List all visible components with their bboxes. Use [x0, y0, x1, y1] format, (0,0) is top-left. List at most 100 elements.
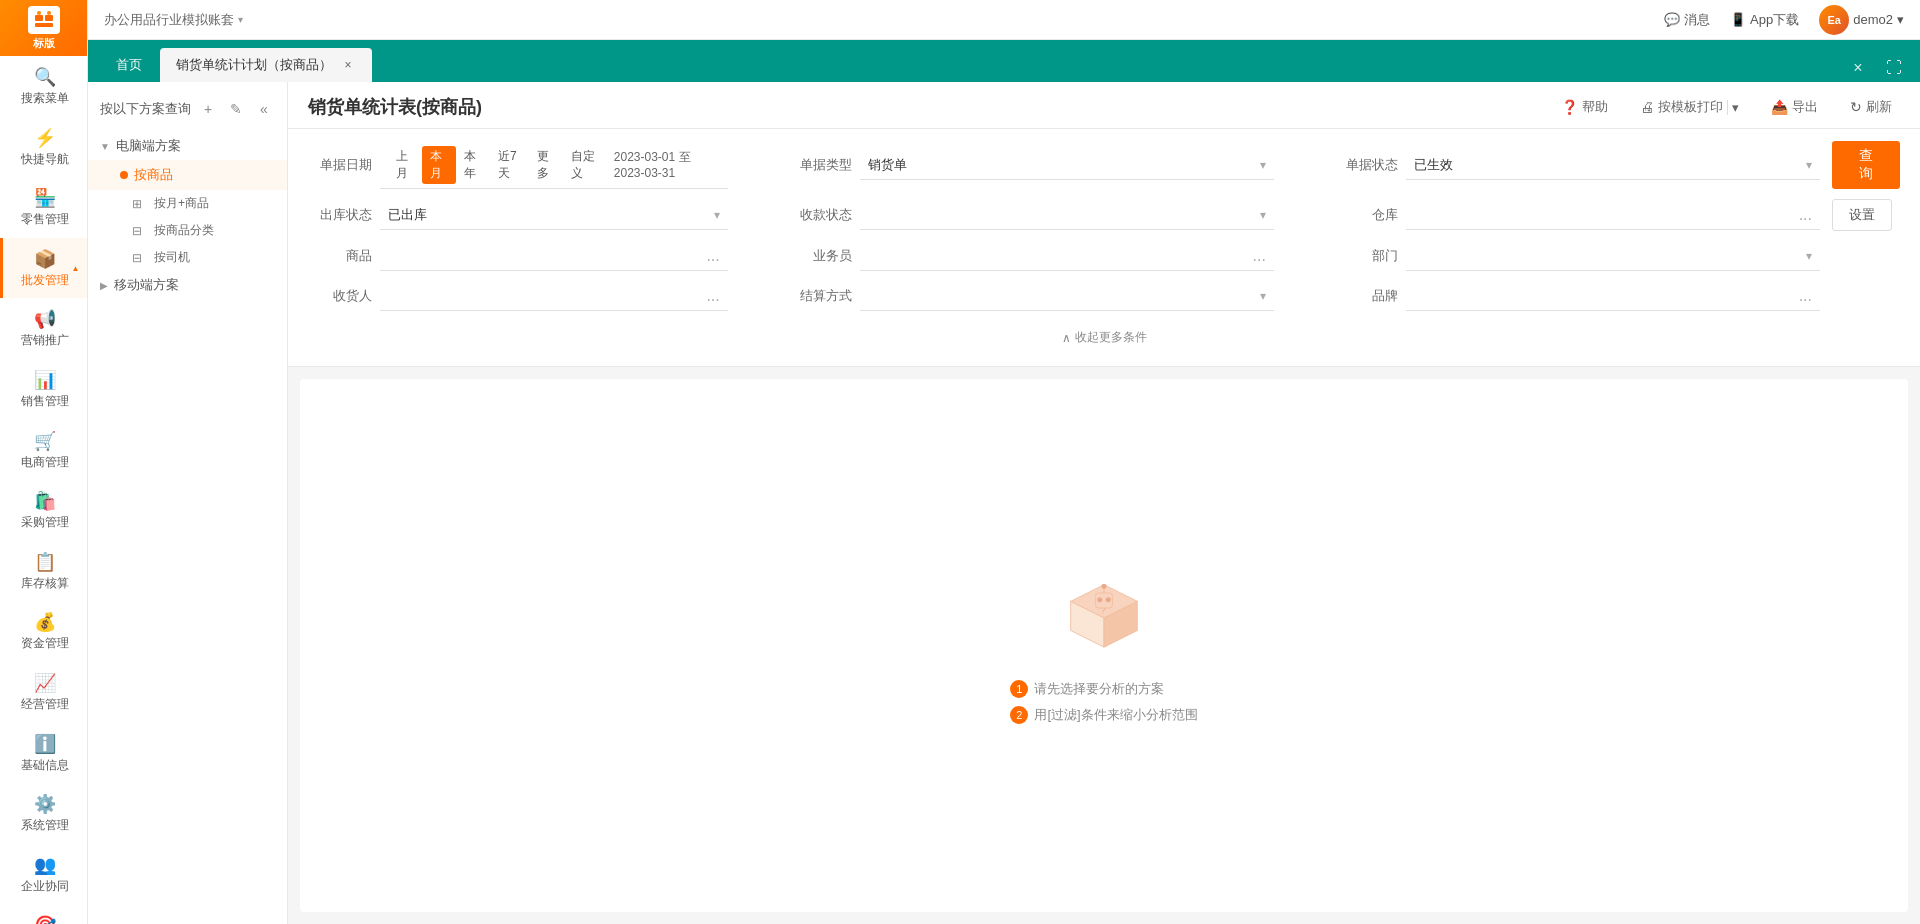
- app-logo: 标版: [0, 0, 88, 56]
- filter-row-2: 出库状态 已出库 ▾ 收款状态 ▾ 仓库 ...: [308, 199, 1900, 231]
- help-icon: ❓: [1561, 99, 1578, 115]
- settings-button[interactable]: 设置: [1832, 199, 1892, 231]
- sidebar-item-3[interactable]: 📦 批发管理: [0, 238, 88, 299]
- goods-dots[interactable]: ...: [706, 247, 719, 265]
- doc-type-arrow[interactable]: ▾: [1260, 158, 1266, 172]
- date-week-btn[interactable]: 近7天: [490, 146, 529, 184]
- message-button[interactable]: 💬 消息: [1664, 11, 1710, 29]
- sidebar-item-4[interactable]: 📢 营销推广: [0, 298, 88, 359]
- sidebar: 标版 🔍 搜索菜单 ⚡ 快捷导航 🏪 零售管理 📦 批发管理 📢 营销推广 📊 …: [0, 0, 88, 924]
- sidebar-item-12[interactable]: ⚙️ 系统管理: [0, 783, 88, 844]
- user-menu[interactable]: Ea demo2 ▾: [1819, 5, 1904, 35]
- collapse-row: ∧ 收起更多条件: [308, 321, 1900, 354]
- nav-icon-6: 🛒: [34, 430, 56, 452]
- dept-field[interactable]: ▾: [1406, 241, 1820, 271]
- topbar-dropdown-icon[interactable]: ▾: [238, 14, 243, 25]
- sidebar-item-5[interactable]: 📊 销售管理: [0, 359, 88, 420]
- tab-home[interactable]: 首页: [100, 48, 158, 82]
- add-scheme-button[interactable]: +: [197, 98, 219, 120]
- collapse-button[interactable]: ∧ 收起更多条件: [1054, 321, 1155, 354]
- doc-status-label: 单据状态: [1334, 156, 1406, 174]
- sidebar-item-2[interactable]: 🏪 零售管理: [0, 177, 88, 238]
- collapse-panel-button[interactable]: «: [253, 98, 275, 120]
- sidebar-item-6[interactable]: 🛒 电商管理: [0, 420, 88, 481]
- collect-status-label: 收款状态: [788, 206, 860, 224]
- sidebar-item-1[interactable]: ⚡ 快捷导航: [0, 117, 88, 178]
- date-prev-btn[interactable]: 上月: [388, 146, 422, 184]
- goods-field[interactable]: ...: [380, 241, 728, 271]
- tab-close-icon[interactable]: ×: [340, 57, 356, 73]
- receiver-dots[interactable]: ...: [706, 287, 719, 305]
- tab-sales-stats[interactable]: 销货单统计计划（按商品） ×: [160, 48, 372, 82]
- desktop-group-title[interactable]: ▼ 电脑端方案: [88, 132, 287, 160]
- scheme-by-goods-category[interactable]: ⊟ 按商品分类: [88, 217, 287, 244]
- brand-label: 品牌: [1334, 287, 1406, 305]
- sidebar-item-0[interactable]: 🔍 搜索菜单: [0, 56, 88, 117]
- print-button[interactable]: 🖨 按模板打印 ▾: [1632, 94, 1747, 120]
- tip-num-2: 2: [1010, 706, 1028, 724]
- refresh-button[interactable]: ↻ 刷新: [1842, 94, 1900, 120]
- export-button[interactable]: 📤 导出: [1763, 94, 1826, 120]
- scheme-by-month-goods[interactable]: ⊞ 按月+商品: [88, 190, 287, 217]
- print-dropdown-icon[interactable]: ▾: [1727, 100, 1739, 115]
- date-curr-btn[interactable]: 本月: [422, 146, 456, 184]
- receiver-label: 收货人: [308, 287, 380, 305]
- sidebar-item-9[interactable]: 💰 资金管理: [0, 601, 88, 662]
- svg-point-4: [47, 11, 51, 15]
- download-icon: 📱: [1730, 12, 1746, 27]
- payment-field[interactable]: ▾: [860, 281, 1274, 311]
- out-status-field[interactable]: 已出库 ▾: [380, 200, 728, 230]
- receiver-field[interactable]: ...: [380, 281, 728, 311]
- app-download-button[interactable]: 📱 App下载: [1730, 11, 1799, 29]
- sub-icon-3: ⊟: [132, 251, 148, 265]
- window-expand-button[interactable]: ⛶: [1880, 54, 1908, 82]
- edit-scheme-button[interactable]: ✎: [225, 98, 247, 120]
- scheme-by-driver[interactable]: ⊟ 按司机: [88, 244, 287, 271]
- collect-status-field[interactable]: ▾: [860, 200, 1274, 230]
- topbar: 办公用品行业模拟账套 ▾ 💬 消息 📱 App下载 Ea demo2 ▾: [88, 0, 1920, 40]
- nav-label-0: 搜索菜单: [21, 91, 69, 107]
- nav-label-4: 营销推广: [21, 333, 69, 349]
- group-arrow-icon: ▼: [100, 141, 110, 152]
- date-custom-btn[interactable]: 自定义: [563, 146, 606, 184]
- window-close-button[interactable]: ×: [1844, 54, 1872, 82]
- scheme-by-goods[interactable]: 按商品: [88, 160, 287, 190]
- brand-field[interactable]: ...: [1406, 281, 1820, 311]
- warehouse-field[interactable]: ...: [1406, 200, 1820, 230]
- sidebar-item-13[interactable]: 👥 企业协同: [0, 844, 88, 905]
- date-year-btn[interactable]: 本年: [456, 146, 490, 184]
- doc-type-field[interactable]: 销货单 ▾: [860, 150, 1274, 180]
- svg-point-11: [1106, 597, 1111, 602]
- svg-rect-1: [45, 15, 53, 21]
- date-more-btn[interactable]: 更多: [529, 146, 563, 184]
- salesperson-field[interactable]: ...: [860, 241, 1274, 271]
- collect-status-arrow[interactable]: ▾: [1260, 208, 1266, 222]
- refresh-icon: ↻: [1850, 99, 1862, 115]
- brand-dots[interactable]: ...: [1799, 287, 1812, 305]
- sidebar-item-8[interactable]: 📋 库存核算: [0, 541, 88, 602]
- out-status-arrow[interactable]: ▾: [714, 208, 720, 222]
- active-dot: [120, 171, 128, 179]
- help-button[interactable]: ❓ 帮助: [1553, 94, 1616, 120]
- nav-icon-3: 📦: [34, 248, 56, 270]
- doc-status-arrow[interactable]: ▾: [1806, 158, 1812, 172]
- doc-status-field[interactable]: 已生效 ▾: [1406, 150, 1820, 180]
- sidebar-item-10[interactable]: 📈 经营管理: [0, 662, 88, 723]
- topbar-right: 💬 消息 📱 App下载 Ea demo2 ▾: [1664, 5, 1904, 35]
- left-panel: 按以下方案查询 + ✎ « ▼ 电脑端方案 按商品 ⊞ 按月+: [88, 82, 288, 924]
- salesperson-dots[interactable]: ...: [1253, 247, 1266, 265]
- avatar: Ea: [1819, 5, 1849, 35]
- mobile-scheme-group[interactable]: ▶ 移动端方案: [88, 271, 287, 299]
- logo-icon: [28, 6, 60, 34]
- sidebar-item-11[interactable]: ℹ️ 基础信息: [0, 723, 88, 784]
- sidebar-item-14[interactable]: 🎯 新手引导: [0, 904, 88, 924]
- tabs-bar: 首页 销货单统计计划（按商品） × × ⛶: [88, 40, 1920, 82]
- nav-label-10: 经营管理: [21, 697, 69, 713]
- payment-arrow[interactable]: ▾: [1260, 289, 1266, 303]
- warehouse-dots[interactable]: ...: [1799, 206, 1812, 224]
- query-button[interactable]: 查询: [1832, 141, 1900, 189]
- sidebar-item-7[interactable]: 🛍️ 采购管理: [0, 480, 88, 541]
- content-area: 按以下方案查询 + ✎ « ▼ 电脑端方案 按商品 ⊞ 按月+: [88, 82, 1920, 924]
- dept-arrow[interactable]: ▾: [1806, 249, 1812, 263]
- sub-icon-2: ⊟: [132, 224, 148, 238]
